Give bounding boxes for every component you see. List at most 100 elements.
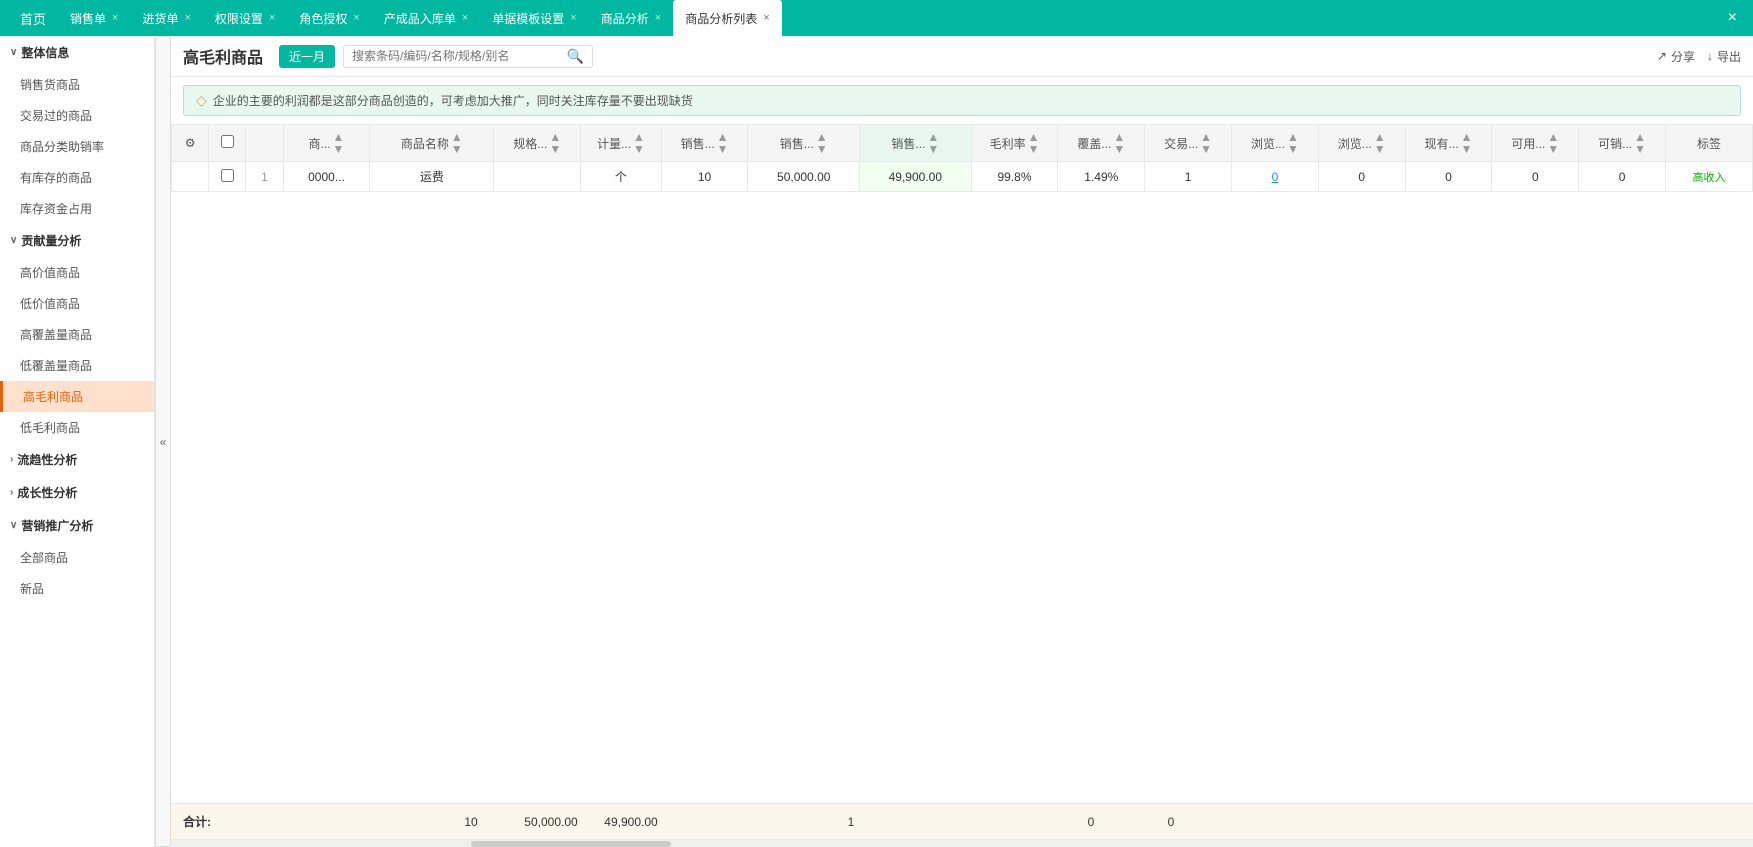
- sidebar-item-high-margin[interactable]: 高毛利商品: [0, 381, 154, 412]
- nav-close-permission[interactable]: ×: [269, 12, 275, 24]
- row-browse1[interactable]: 0: [1232, 162, 1319, 192]
- row-coverage: 1.49%: [1058, 162, 1145, 192]
- footer-browse2: [971, 815, 1051, 829]
- nav-template[interactable]: 单据模板设置 ×: [480, 0, 588, 36]
- sidebar-item-traded-goods[interactable]: 交易过的商品: [0, 100, 154, 131]
- export-icon: ↓: [1707, 49, 1713, 63]
- sidebar-collapse-btn[interactable]: «: [155, 36, 171, 847]
- col-current[interactable]: 现有... ▲▼: [1405, 125, 1492, 162]
- col-sales-qty[interactable]: 销售... ▲▼: [661, 125, 748, 162]
- sidebar-group-overall[interactable]: ∨ 整体信息: [0, 36, 154, 69]
- select-all-checkbox[interactable]: [221, 135, 234, 148]
- row-checkbox[interactable]: [209, 162, 246, 192]
- col-gross-rate[interactable]: 毛利率 ▲▼: [971, 125, 1058, 162]
- content-area: 高毛利商品 近一月 🔍 ↗ 分享 ↓ 导出 ◇ 企业的主要的利润都是这部分商品创…: [171, 36, 1753, 847]
- col-browse1[interactable]: 浏览... ▲▼: [1232, 125, 1319, 162]
- col-spec-label: 规格...: [513, 135, 547, 152]
- close-all-tabs[interactable]: ×: [1720, 9, 1745, 27]
- arrow-growth: ›: [10, 487, 13, 498]
- nav-home[interactable]: 首页: [8, 0, 58, 36]
- sidebar-group-contribution[interactable]: ∨ 贡献量分析: [0, 224, 154, 257]
- row-sales-qty: 10: [661, 162, 748, 192]
- export-button[interactable]: ↓ 导出: [1707, 48, 1741, 65]
- filter-recent-month[interactable]: 近一月: [279, 45, 335, 68]
- nav-close-sales[interactable]: ×: [112, 12, 118, 24]
- col-sales-profit-label: 销售...: [891, 135, 925, 152]
- nav-close-template[interactable]: ×: [570, 12, 576, 24]
- sort-icon-transaction: ▲▼: [1200, 131, 1212, 155]
- nav-role[interactable]: 角色授权 ×: [287, 0, 371, 36]
- col-saleable[interactable]: 可销... ▲▼: [1579, 125, 1666, 162]
- footer-sales-amount: 50,000.00: [511, 815, 591, 829]
- search-input[interactable]: [352, 49, 567, 63]
- search-icon[interactable]: 🔍: [567, 48, 584, 65]
- scrollbar-thumb[interactable]: [471, 841, 671, 847]
- nav-permission[interactable]: 权限设置 ×: [203, 0, 287, 36]
- nav-close-purchase[interactable]: ×: [184, 12, 190, 24]
- sidebar-item-new-goods[interactable]: 新品: [0, 573, 154, 604]
- nav-sales[interactable]: 销售单 ×: [58, 0, 130, 36]
- tag-high-income: 高收入: [1693, 172, 1726, 184]
- data-table-container[interactable]: ⚙ 商... ▲▼: [171, 124, 1753, 803]
- col-settings[interactable]: ⚙: [172, 125, 209, 162]
- row-code[interactable]: 0000...: [283, 162, 370, 192]
- nav-product-inbound[interactable]: 产成品入库单 ×: [372, 0, 480, 36]
- sort-icon-sales-amount: ▲▼: [816, 131, 828, 155]
- sidebar-item-all-goods[interactable]: 全部商品: [0, 542, 154, 573]
- nav-close-analysis[interactable]: ×: [655, 12, 661, 24]
- sidebar-item-stock-capital[interactable]: 库存资金占用: [0, 193, 154, 224]
- sidebar-group-marketing[interactable]: ∨ 营销推广分析: [0, 509, 154, 542]
- col-sales-amount[interactable]: 销售... ▲▼: [748, 125, 860, 162]
- share-label: 分享: [1671, 48, 1695, 65]
- horizontal-scrollbar[interactable]: [171, 839, 1753, 847]
- sort-icon-available: ▲▼: [1547, 131, 1559, 155]
- nav-purchase[interactable]: 进货单 ×: [130, 0, 202, 36]
- sidebar-item-low-coverage[interactable]: 低覆盖量商品: [0, 350, 154, 381]
- nav-analysis[interactable]: 商品分析 ×: [589, 0, 673, 36]
- row-select-checkbox[interactable]: [221, 169, 234, 182]
- col-browse2-label: 浏览...: [1338, 135, 1372, 152]
- col-code[interactable]: 商... ▲▼: [283, 125, 370, 162]
- col-coverage-label: 覆盖...: [1077, 135, 1111, 152]
- sidebar-item-category-rate[interactable]: 商品分类助销率: [0, 131, 154, 162]
- nav-close-product-inbound[interactable]: ×: [462, 12, 468, 24]
- col-sales-amount-label: 销售...: [780, 135, 814, 152]
- col-saleable-label: 可销...: [1598, 135, 1632, 152]
- sidebar-item-sales-goods[interactable]: 销售货商品: [0, 69, 154, 100]
- row-num: 1: [246, 162, 283, 192]
- col-sales-profit[interactable]: 销售... ▲▼: [860, 125, 972, 162]
- share-button[interactable]: ↗ 分享: [1657, 48, 1695, 65]
- nav-analysis-list[interactable]: 商品分析列表 ×: [673, 0, 781, 36]
- sidebar-item-high-coverage[interactable]: 高覆盖量商品: [0, 319, 154, 350]
- col-transaction[interactable]: 交易... ▲▼: [1145, 125, 1232, 162]
- nav-close-role[interactable]: ×: [353, 12, 359, 24]
- table-row: 1 0000... 运费 个 10 50,000.00 49,900.00 99…: [172, 162, 1753, 192]
- sidebar-group-trend[interactable]: › 流趋性分析: [0, 443, 154, 476]
- col-code-label: 商...: [309, 135, 331, 152]
- sidebar-group-growth[interactable]: › 成长性分析: [0, 476, 154, 509]
- col-unit[interactable]: 计量... ▲▼: [581, 125, 661, 162]
- sort-icon-browse2: ▲▼: [1374, 131, 1386, 155]
- sort-icon-spec: ▲▼: [549, 131, 561, 155]
- footer-label: 合计:: [183, 813, 211, 830]
- notice-icon: ◇: [196, 92, 207, 109]
- footer-total: 合计: 10 50,000.00 49,900.00 1 0 0: [171, 803, 1753, 839]
- col-browse2[interactable]: 浏览... ▲▼: [1318, 125, 1405, 162]
- col-current-label: 现有...: [1425, 135, 1459, 152]
- row-saleable: 0: [1579, 162, 1666, 192]
- col-tag[interactable]: 标签: [1666, 125, 1753, 162]
- nav-close-analysis-list[interactable]: ×: [763, 12, 769, 24]
- col-name[interactable]: 商品名称 ▲▼: [370, 125, 494, 162]
- col-available[interactable]: 可用... ▲▼: [1492, 125, 1579, 162]
- sidebar-item-low-margin[interactable]: 低毛利商品: [0, 412, 154, 443]
- share-icon: ↗: [1657, 49, 1667, 63]
- page-title: 高毛利商品: [183, 44, 263, 68]
- collapse-icon: «: [160, 435, 167, 449]
- sidebar-item-low-value[interactable]: 低价值商品: [0, 288, 154, 319]
- col-spec[interactable]: 规格... ▲▼: [494, 125, 581, 162]
- sort-icon-unit: ▲▼: [633, 131, 645, 155]
- top-navigation: 首页 销售单 × 进货单 × 权限设置 × 角色授权 × 产成品入库单 × 单据…: [0, 0, 1753, 36]
- sidebar-item-high-value[interactable]: 高价值商品: [0, 257, 154, 288]
- sidebar-item-in-stock[interactable]: 有库存的商品: [0, 162, 154, 193]
- col-coverage[interactable]: 覆盖... ▲▼: [1058, 125, 1145, 162]
